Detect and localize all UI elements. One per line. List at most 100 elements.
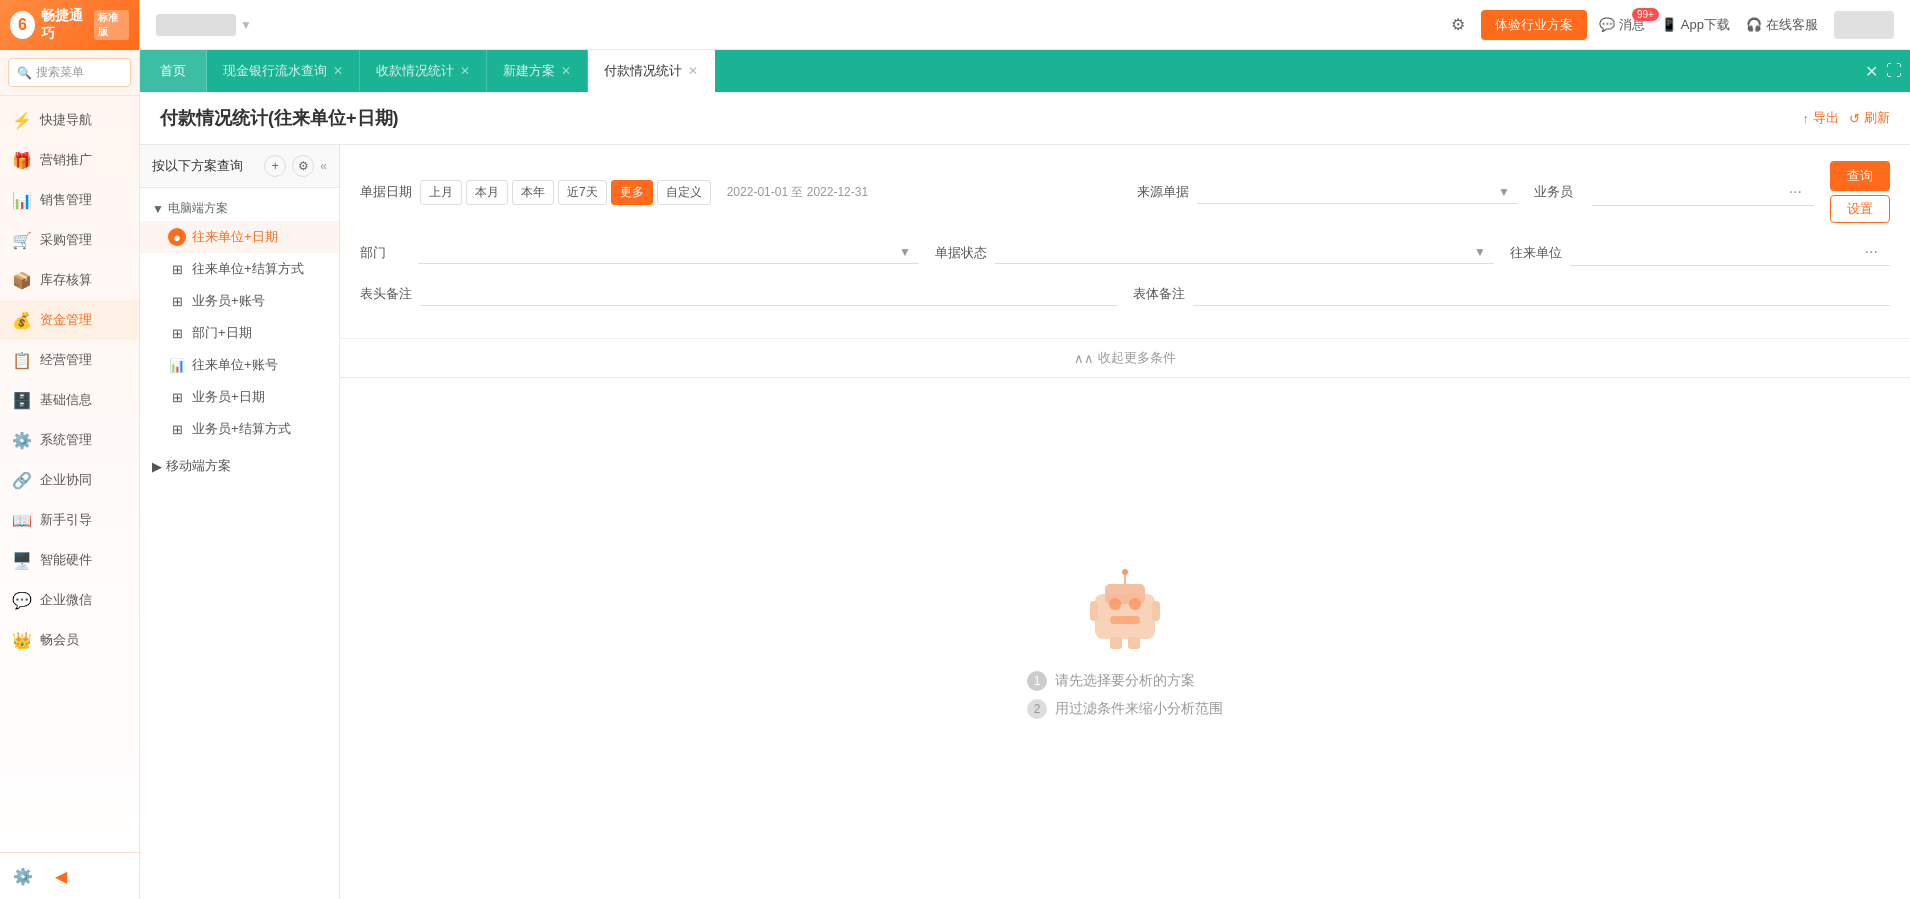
tab-payment-stats[interactable]: 收款情况统计 ✕ (360, 50, 487, 92)
filter-section: 单据日期 上月 本月 本年 近7天 更多 自定义 2022-01-01 至 20… (340, 145, 1910, 378)
online-service-btn[interactable]: 🎧 在线客服 (1746, 16, 1818, 34)
search-menu-button[interactable]: 🔍 搜索菜单 (8, 58, 131, 87)
svg-rect-8 (1128, 637, 1140, 649)
tab-home-label: 首页 (160, 62, 186, 80)
voucher-status-select[interactable]: ▼ (995, 241, 1494, 264)
phone-icon: 📱 (1661, 17, 1677, 32)
header-note-input[interactable] (420, 282, 1117, 306)
scheme-item-staff-date[interactable]: ⊞ 业务员+日期 (140, 381, 339, 413)
close-payment-stats-icon[interactable]: ✕ (460, 64, 470, 78)
settings-footer-icon[interactable]: ⚙️ (8, 861, 38, 891)
sidebar-item-sales[interactable]: 📊 销售管理 (0, 180, 139, 220)
sidebar-item-hardware[interactable]: 🖥️ 智能硬件 (0, 540, 139, 580)
search-icon: 🔍 (17, 66, 32, 80)
query-btn[interactable]: 查询 (1830, 161, 1890, 191)
tab-payment-status-label: 付款情况统计 (604, 62, 682, 80)
tab-new-scheme[interactable]: 新建方案 ✕ (487, 50, 588, 92)
refresh-btn[interactable]: ↺ 刷新 (1849, 109, 1890, 127)
search-menu-label: 搜索菜单 (36, 64, 84, 81)
user-avatar[interactable] (1834, 11, 1894, 39)
scheme-item-partner-account[interactable]: 📊 往来单位+账号 (140, 349, 339, 381)
voucher-status-chevron-icon: ▼ (1474, 245, 1486, 259)
sidebar-item-finance[interactable]: 💰 资金管理 (0, 300, 139, 340)
app-download-label: App下载 (1681, 16, 1730, 34)
sidebar-item-wechat[interactable]: 💬 企业微信 (0, 580, 139, 620)
sidebar-item-purchase[interactable]: 🛒 采购管理 (0, 220, 139, 260)
tab-home[interactable]: 首页 (140, 50, 207, 92)
partner-label: 往来单位 (1510, 244, 1562, 262)
scheme-item-partner-date[interactable]: ● 往来单位+日期 (140, 221, 339, 253)
close-bank-flow-icon[interactable]: ✕ (333, 64, 343, 78)
date-this-month-btn[interactable]: 本月 (466, 180, 508, 205)
export-btn[interactable]: ↑ 导出 (1803, 109, 1840, 127)
source-label: 来源单据 (1137, 183, 1189, 201)
page-content: 付款情况统计(往来单位+日期) ↑ 导出 ↺ 刷新 按以下方案查询 (140, 92, 1910, 899)
date-custom-btn[interactable]: 自定义 (657, 180, 711, 205)
messages-badge: 99+ (1632, 8, 1659, 21)
collapse-sidebar-icon[interactable]: ◀ (46, 861, 76, 891)
trial-btn[interactable]: 体验行业方案 (1481, 10, 1587, 40)
scheme-item-staff-settlement[interactable]: ⊞ 业务员+结算方式 (140, 413, 339, 445)
filter-item-dept: 部门 ▼ (360, 241, 919, 264)
hardware-icon: 🖥️ (12, 550, 32, 570)
tip-num-1: 1 (1027, 671, 1047, 691)
refresh-icon: ↺ (1849, 111, 1860, 126)
collapse-more-conditions-btn[interactable]: ∧∧ 收起更多条件 (340, 338, 1910, 377)
sidebar-item-system[interactable]: ⚙️ 系统管理 (0, 420, 139, 460)
collapse-scheme-btn[interactable]: « (320, 159, 327, 173)
sidebar-item-quick-nav[interactable]: ⚡ 快捷导航 (0, 100, 139, 140)
sidebar-label-member: 畅会员 (40, 631, 79, 649)
scheme-item-partner-settlement[interactable]: ⊞ 往来单位+结算方式 (140, 253, 339, 285)
tab-bank-flow[interactable]: 现金银行流水查询 ✕ (207, 50, 360, 92)
close-new-scheme-icon[interactable]: ✕ (561, 64, 571, 78)
staff-more-icon[interactable]: ··· (1785, 183, 1806, 201)
sales-icon: 📊 (12, 190, 32, 210)
scheme-panel: 按以下方案查询 + ⚙ « ▼ 电脑端方案 (140, 145, 340, 899)
add-scheme-btn[interactable]: + (264, 155, 286, 177)
maximize-icon[interactable]: ⛶ (1886, 62, 1902, 80)
sidebar-item-guide[interactable]: 📖 新手引导 (0, 500, 139, 540)
sidebar-item-operations[interactable]: 📋 经营管理 (0, 340, 139, 380)
mobile-schemes-group[interactable]: ▶ 移动端方案 (140, 453, 339, 479)
logo-icon: 6 (10, 11, 35, 39)
wechat-icon: 💬 (12, 590, 32, 610)
filter-item-header-note: 表头备注 (360, 282, 1117, 306)
app-name: 畅捷通巧 (41, 7, 91, 43)
svg-rect-6 (1152, 601, 1160, 621)
header-note-label: 表头备注 (360, 285, 412, 303)
sidebar-item-inventory[interactable]: 📦 库存核算 (0, 260, 139, 300)
messages-btn[interactable]: 💬 消息 99+ (1599, 16, 1645, 34)
scheme-label-staff-account: 业务员+账号 (192, 292, 265, 310)
date-last-7days-btn[interactable]: 近7天 (558, 180, 607, 205)
settings-gear-icon[interactable]: ⚙ (1451, 15, 1465, 34)
sidebar-item-enterprise[interactable]: 🔗 企业协同 (0, 460, 139, 500)
dept-select[interactable]: ▼ (418, 241, 919, 264)
filter-settings-btn[interactable]: 设置 (1830, 195, 1890, 223)
sidebar-label-basic-info: 基础信息 (40, 391, 92, 409)
sidebar-item-basic-info[interactable]: 🗄️ 基础信息 (0, 380, 139, 420)
close-all-tabs-icon[interactable]: ✕ (1865, 62, 1878, 81)
inventory-icon: 📦 (12, 270, 32, 290)
scheme-item-staff-account[interactable]: ⊞ 业务员+账号 (140, 285, 339, 317)
sidebar-item-member[interactable]: 👑 畅会员 (0, 620, 139, 660)
empty-illustration (1075, 559, 1175, 659)
sidebar-item-marketing[interactable]: 🎁 营销推广 (0, 140, 139, 180)
date-more-btn[interactable]: 更多 (611, 180, 653, 205)
filter-item-source: 来源单据 ▼ (1137, 181, 1518, 204)
service-icon: 🎧 (1746, 17, 1762, 32)
edition-badge: 标准版 (94, 10, 129, 40)
body-note-input[interactable] (1193, 282, 1890, 306)
scheme-settings-btn[interactable]: ⚙ (292, 155, 314, 177)
source-select[interactable]: ▼ (1197, 181, 1518, 204)
date-this-year-btn[interactable]: 本年 (512, 180, 554, 205)
scheme-item-dept-date[interactable]: ⊞ 部门+日期 (140, 317, 339, 349)
tab-payment-status[interactable]: 付款情况统计 ✕ (588, 50, 715, 92)
desktop-group-title: ▼ 电脑端方案 (140, 196, 339, 221)
app-download-btn[interactable]: 📱 App下载 (1661, 16, 1730, 34)
date-last-month-btn[interactable]: 上月 (420, 180, 462, 205)
close-payment-status-icon[interactable]: ✕ (688, 64, 698, 78)
partner-more-icon[interactable]: ··· (1861, 243, 1882, 261)
scheme-label-staff-date: 业务员+日期 (192, 388, 265, 406)
scheme-panel-title: 按以下方案查询 (152, 157, 243, 175)
page-header-actions: ↑ 导出 ↺ 刷新 (1803, 109, 1891, 127)
